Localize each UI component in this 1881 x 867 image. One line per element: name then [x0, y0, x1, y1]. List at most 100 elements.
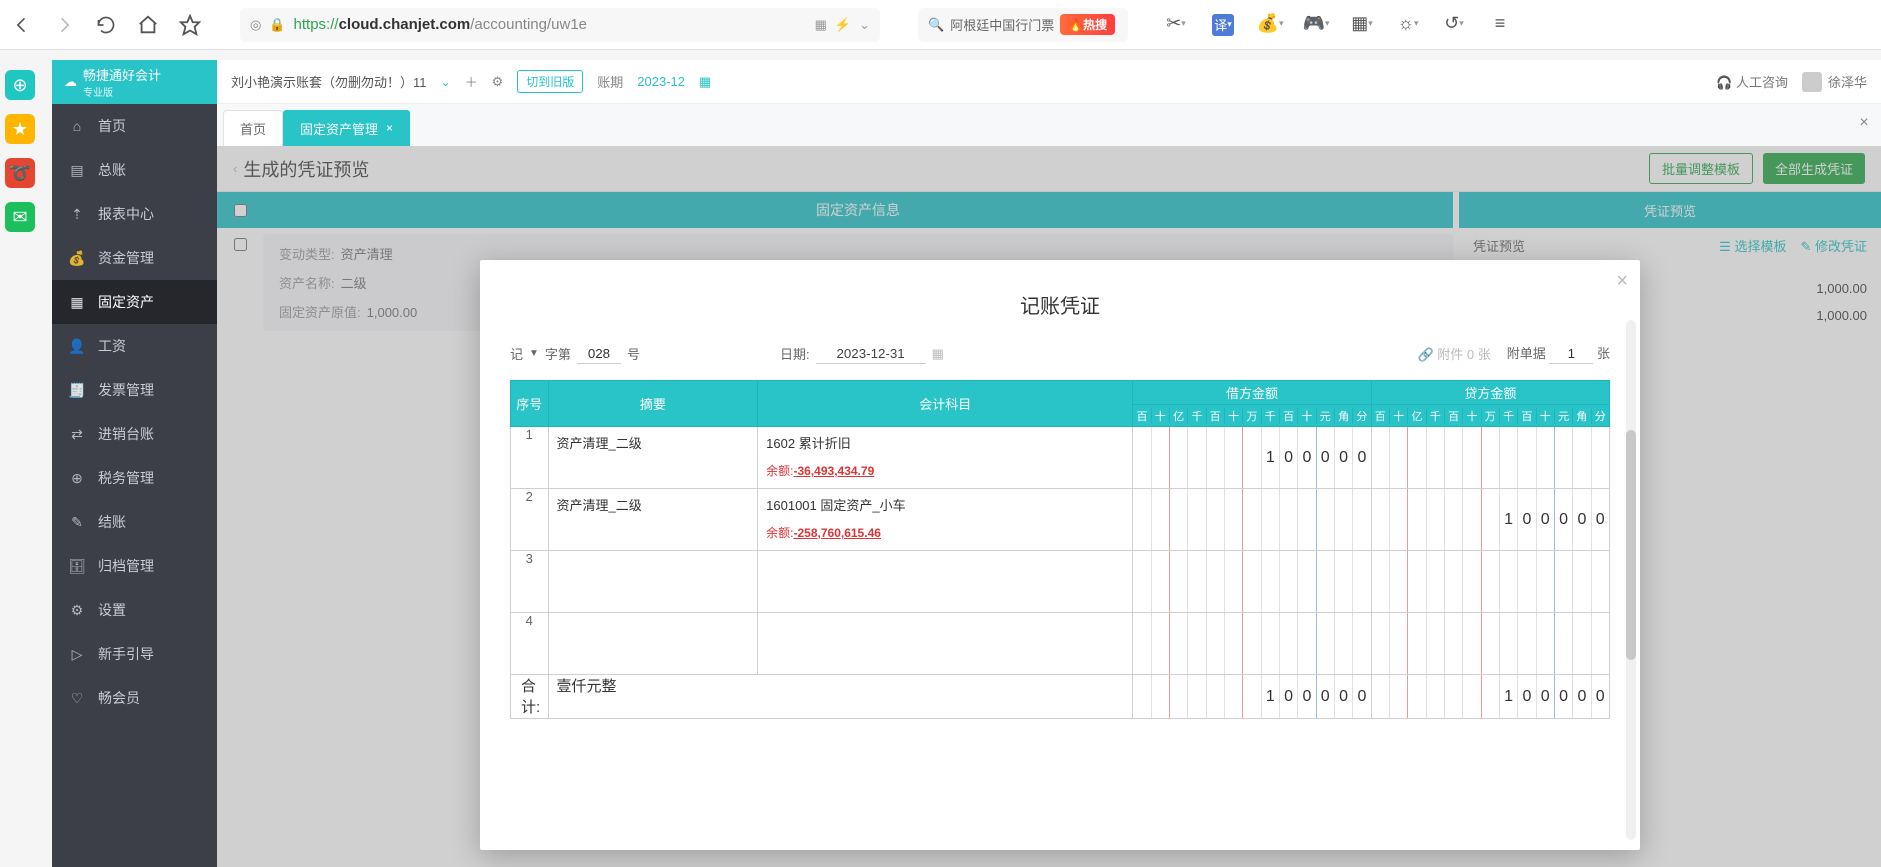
avatar[interactable]: 徐泽华: [1802, 72, 1867, 92]
shield-icon: ◎: [250, 17, 261, 33]
sidebar-item-1[interactable]: ▤ 总账: [52, 148, 217, 192]
sidebar-item-10[interactable]: 🗄归档管理: [52, 544, 217, 588]
sidebar-item-9[interactable]: ✎结账: [52, 500, 217, 544]
period-label: 账期: [597, 72, 623, 91]
sidebar-item-12[interactable]: ▷ 新手引导: [52, 632, 217, 676]
scissors-icon[interactable]: ✂▾: [1166, 14, 1186, 34]
star-icon[interactable]: [178, 13, 202, 37]
dock-app-4[interactable]: ✉: [5, 202, 35, 232]
qr-icon[interactable]: ▦: [815, 17, 827, 33]
chevron-down-icon[interactable]: ⌄: [441, 75, 451, 89]
sidebar-item-3[interactable]: 💰 资金管理: [52, 236, 217, 280]
sidebar-item-label: 新手引导: [98, 644, 154, 664]
sidebar-item-5[interactable]: 👤工资: [52, 324, 217, 368]
sidebar-item-label: 设置: [98, 600, 126, 620]
sidebar-item-label: 固定资产: [98, 292, 154, 312]
sidebar-item-4[interactable]: ▦ 固定资产: [52, 280, 217, 324]
plus-icon[interactable]: ＋: [465, 72, 478, 91]
voucher-modal: × 记账凭证 记 ▼ 字第 号 日期: ▦ 🔗 附件 0 张 附单据 张 序号 …: [480, 260, 1640, 850]
sidebar-icon: ▤: [68, 162, 86, 179]
forward-icon[interactable]: [52, 13, 76, 37]
sidebar-item-label: 总账: [98, 160, 126, 180]
cloud-icon: ☁: [64, 74, 77, 90]
account-name[interactable]: 刘小艳演示账套（勿删勿动！）11: [231, 72, 427, 91]
search-placeholder: 阿根廷中国行门票: [950, 15, 1054, 34]
sidebar-item-8[interactable]: ⊕ 税务管理: [52, 456, 217, 500]
sidebar-item-13[interactable]: ♡畅会员: [52, 676, 217, 720]
url-text: https://cloud.chanjet.com/accounting/uw1…: [294, 16, 587, 33]
sidebar-item-label: 归档管理: [98, 556, 154, 576]
voucher-type[interactable]: 记: [510, 344, 523, 363]
close-icon[interactable]: ×: [386, 121, 393, 135]
close-panel-button[interactable]: ×: [1851, 110, 1877, 136]
switch-old-button[interactable]: 切到旧版: [517, 70, 583, 93]
menu-icon[interactable]: ≡: [1490, 14, 1510, 34]
brand: ☁ 畅捷通好会计专业版: [52, 60, 217, 104]
gear-icon[interactable]: ⚙: [492, 74, 504, 90]
period-value[interactable]: 2023-12: [637, 74, 685, 89]
sidebar-icon: ⌂: [68, 118, 86, 134]
chevron-down-icon[interactable]: ▼: [529, 348, 539, 359]
chevron-down-icon[interactable]: ⌄: [859, 17, 870, 33]
extension-icons: ✂▾ 译▾ 💰▾ 🎮▾ ▦▾ ☼▾ ↺▾ ≡: [1166, 14, 1510, 36]
voucher-row[interactable]: 4: [511, 613, 1610, 675]
tabs: 首页 固定资产管理× ×: [217, 104, 1881, 146]
voucher-meta: 记 ▼ 字第 号 日期: ▦ 🔗 附件 0 张 附单据 张: [510, 343, 1610, 364]
tab-home[interactable]: 首页: [223, 110, 283, 146]
sidebar-item-label: 资金管理: [98, 248, 154, 268]
search-box[interactable]: 🔍 阿根廷中国行门票 🔥热搜: [918, 8, 1128, 42]
sidebar-item-0[interactable]: ⌂首页: [52, 104, 217, 148]
voucher-number-input[interactable]: [577, 344, 621, 364]
calendar-icon[interactable]: ▦: [932, 346, 944, 362]
sidebar-icon: ♡: [68, 690, 86, 707]
sidebar-icon: ⇡: [68, 206, 86, 223]
sidebar-item-6[interactable]: 🧾发票管理: [52, 368, 217, 412]
bolt-icon[interactable]: ⚡: [835, 17, 851, 33]
calendar-icon[interactable]: ▦: [699, 74, 711, 90]
slip-count-input[interactable]: [1549, 344, 1593, 364]
brand-name: 畅捷通好会计: [83, 68, 161, 83]
th-subject: 会计科目: [758, 381, 1133, 427]
sidebar-icon: ⊕: [68, 470, 86, 487]
game-icon[interactable]: 🎮▾: [1306, 14, 1326, 34]
voucher-date-input[interactable]: [816, 344, 926, 364]
reload-icon[interactable]: [94, 13, 118, 37]
sidebar-item-label: 税务管理: [98, 468, 154, 488]
voucher-table: 序号 摘要 会计科目 借方金额 贷方金额 百十亿千百十万千百十元角分 百十亿千百…: [510, 380, 1610, 719]
modal-close-icon[interactable]: ×: [1616, 270, 1628, 293]
home-icon[interactable]: [136, 13, 160, 37]
dock-app-2[interactable]: ★: [5, 114, 35, 144]
sidebar-item-label: 工资: [98, 336, 126, 356]
wallet-icon[interactable]: 💰▾: [1260, 14, 1280, 34]
th-credit: 贷方金额: [1371, 381, 1609, 405]
sidebar-item-11[interactable]: ⚙ 设置: [52, 588, 217, 632]
back-icon[interactable]: [10, 13, 34, 37]
tab-fixed-assets[interactable]: 固定资产管理×: [283, 110, 410, 146]
th-index: 序号: [511, 381, 549, 427]
headset-icon[interactable]: 🎧 人工咨询: [1716, 72, 1788, 91]
sun-icon[interactable]: ☼▾: [1398, 14, 1418, 34]
hot-badge: 🔥热搜: [1060, 14, 1115, 35]
sidebar-icon: 💰: [68, 250, 86, 267]
grid-icon[interactable]: ▦▾: [1352, 14, 1372, 34]
dock-app-1[interactable]: ⊕: [5, 70, 35, 100]
modal-scrollbar[interactable]: [1626, 320, 1636, 840]
th-summary: 摘要: [548, 381, 758, 427]
sidebar-icon: ▦: [68, 294, 86, 311]
sidebar-icon: ⚙: [68, 602, 86, 619]
sidebar-icon: ⇄: [68, 426, 86, 443]
topbar: 刘小艳演示账套（勿删勿动！）11 ⌄ ＋ ⚙ 切到旧版 账期 2023-12 ▦…: [217, 60, 1881, 104]
sidebar-icon: ▷: [68, 646, 86, 663]
history-icon[interactable]: ↺▾: [1444, 14, 1464, 34]
sidebar-item-label: 报表中心: [98, 204, 154, 224]
voucher-row[interactable]: 3: [511, 551, 1610, 613]
voucher-row[interactable]: 2资产清理_二级1601001 固定资产_小车余额:-258,760,615.4…: [511, 489, 1610, 551]
total-label: 合计:: [511, 675, 549, 719]
address-bar[interactable]: ◎ 🔒 https://cloud.chanjet.com/accounting…: [240, 8, 880, 42]
sidebar-item-7[interactable]: ⇄进销台账: [52, 412, 217, 456]
search-icon: 🔍: [928, 17, 944, 33]
dock-app-3[interactable]: ➰: [5, 158, 35, 188]
sidebar-item-2[interactable]: ⇡ 报表中心: [52, 192, 217, 236]
translate-icon[interactable]: 译▾: [1212, 14, 1234, 36]
voucher-row[interactable]: 1资产清理_二级1602 累计折旧余额:-36,493,434.79100000: [511, 427, 1610, 489]
